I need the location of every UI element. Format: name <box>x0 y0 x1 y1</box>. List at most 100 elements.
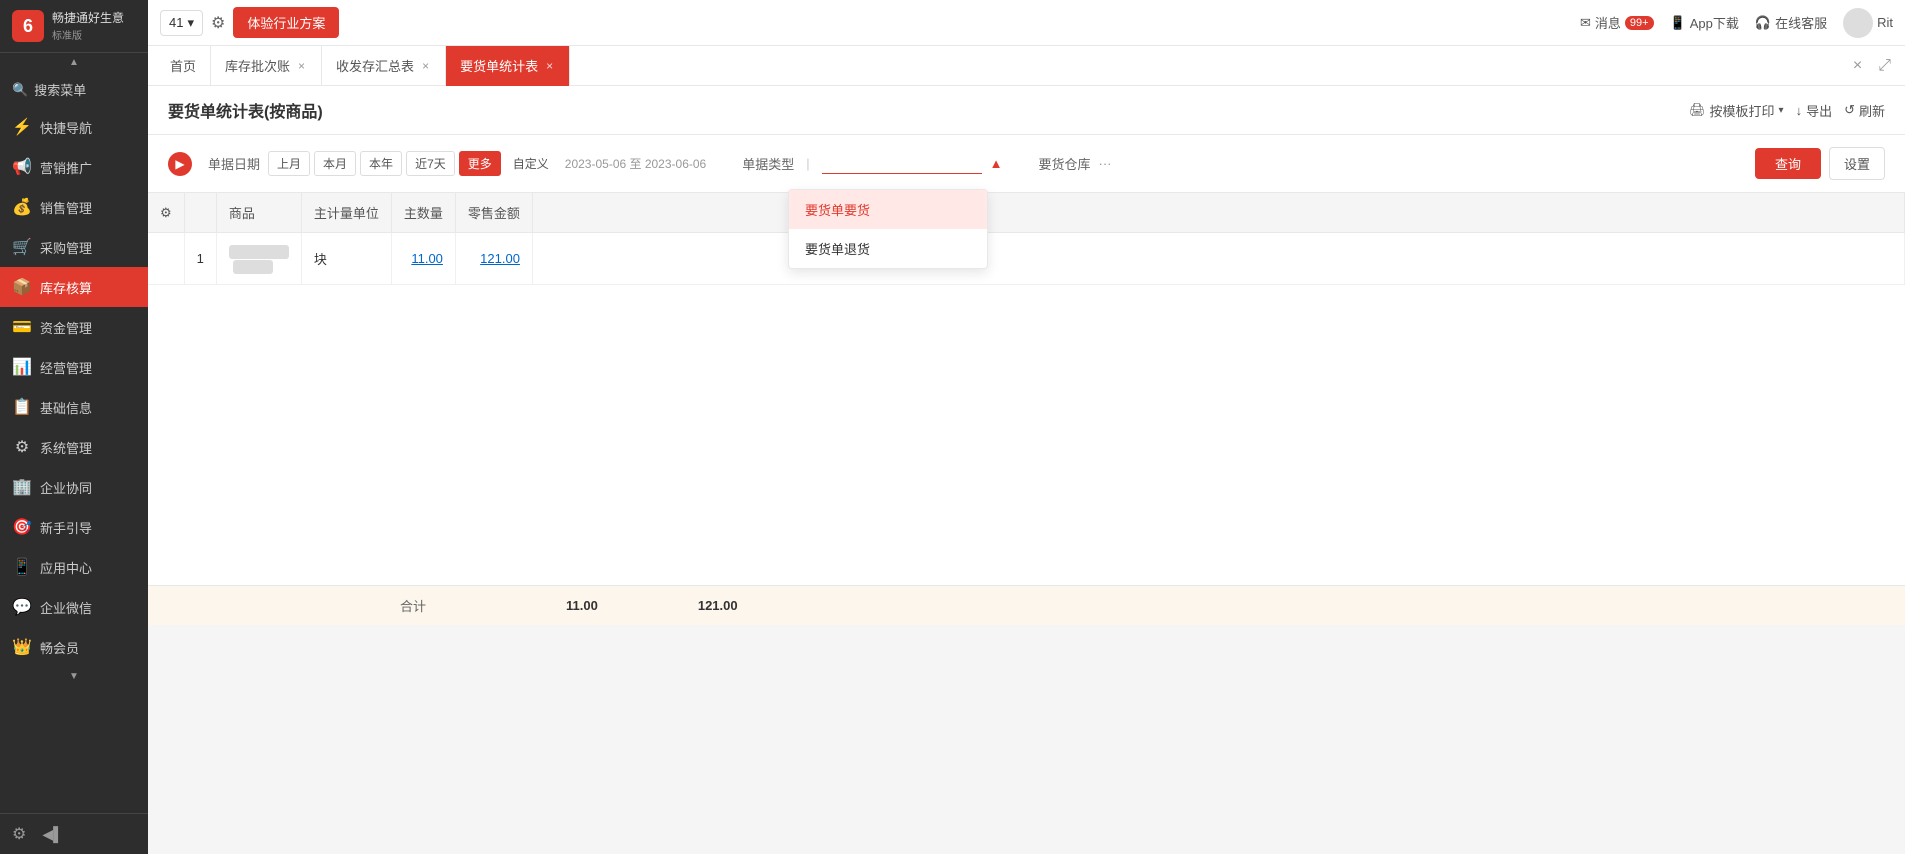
filter-expand-btn[interactable]: ▶ <box>168 152 192 176</box>
store-dropdown-icon: ▾ <box>187 15 194 31</box>
table-container: ⚙ 商品 主计量单位 主数量 零售金额 1 <box>148 193 1905 285</box>
print-dropdown-icon: ▾ <box>1779 105 1784 116</box>
print-btn[interactable]: 🖨 按模板打印 ▾ <box>1689 101 1784 120</box>
type-dropdown-overlay: 要货单要货 要货单退货 <box>788 189 988 269</box>
tab-receivable-close[interactable]: × <box>420 57 431 75</box>
store-number: 41 <box>169 15 183 30</box>
row-unit: 块 <box>301 233 391 285</box>
sidebar-item-purchase[interactable]: 🛒 采购管理 <box>0 227 148 267</box>
this-year-btn[interactable]: 本年 <box>360 151 402 176</box>
col-quantity: 主数量 <box>391 193 455 233</box>
row-extra <box>532 233 1904 285</box>
page-title: 要货单统计表(按商品) <box>168 98 323 122</box>
last-7-days-btn[interactable]: 近7天 <box>406 151 455 176</box>
sidebar-item-guide[interactable]: 🎯 新手引导 <box>0 507 148 547</box>
export-btn[interactable]: ↓ 导出 <box>1796 101 1833 120</box>
filter-bar: ▶ 单据日期 上月 本月 本年 近7天 更多 自定义 2023-05-06 至 … <box>148 135 1905 193</box>
tab-receivable-summary[interactable]: 收发存汇总表 × <box>322 46 446 86</box>
sidebar-item-label: 基础信息 <box>40 398 92 417</box>
message-icon: ✉ <box>1580 15 1591 31</box>
store-selector[interactable]: 41 ▾ <box>160 10 203 36</box>
tab-home[interactable]: 首页 <box>156 46 211 86</box>
tab-inventory-batch-label: 库存批次账 <box>225 56 290 75</box>
tab-order-stats[interactable]: 要货单统计表 × <box>446 46 570 86</box>
type-filter-input[interactable] <box>822 154 982 174</box>
settings-icon[interactable]: ⚙ <box>12 824 26 844</box>
date-filter-group: 单据日期 上月 本月 本年 近7天 更多 自定义 2023-05-06 至 20… <box>208 151 706 176</box>
sidebar-item-basic[interactable]: 📋 基础信息 <box>0 387 148 427</box>
tab-inventory-batch-close[interactable]: × <box>296 57 307 75</box>
purchase-icon: 🛒 <box>12 237 32 257</box>
custom-date-btn[interactable]: 自定义 <box>505 152 557 175</box>
dropdown-item-order-goods[interactable]: 要货单要货 <box>789 190 987 229</box>
row-settings <box>148 233 184 285</box>
sidebar-item-label: 企业协同 <box>40 478 92 497</box>
col-amount: 零售金额 <box>455 193 532 233</box>
sidebar-item-system[interactable]: ⚙ 系统管理 <box>0 427 148 467</box>
app-logo-icon: 6 <box>12 10 44 42</box>
page-actions: 🖨 按模板打印 ▾ ↓ 导出 ↺ 刷新 <box>1689 101 1885 120</box>
enterprise-icon: 🏢 <box>12 477 32 497</box>
print-icon: 🖨 <box>1689 102 1706 118</box>
prev-month-btn[interactable]: 上月 <box>268 151 310 176</box>
sidebar-item-operations[interactable]: 📊 经营管理 <box>0 347 148 387</box>
tab-receivable-label: 收发存汇总表 <box>336 56 414 75</box>
more-dates-btn[interactable]: 更多 <box>459 151 501 176</box>
sidebar-item-marketing[interactable]: 📢 营销推广 <box>0 147 148 187</box>
sidebar-item-enterprise[interactable]: 🏢 企业协同 <box>0 467 148 507</box>
sidebar-scroll-down[interactable]: ▼ <box>0 667 148 686</box>
content: 要货单统计表(按商品) 🖨 按模板打印 ▾ ↓ 导出 ↺ 刷新 ▶ <box>148 86 1905 854</box>
type-filter-label: 单据类型 <box>742 154 794 173</box>
collapse-icon[interactable]: ◀▌ <box>42 826 63 843</box>
search-icon: 🔍 <box>12 82 28 98</box>
sidebar-scroll-up[interactable]: ▲ <box>0 53 148 72</box>
quick-nav-icon: ⚡ <box>12 117 32 137</box>
query-btn[interactable]: 查询 <box>1755 148 1821 179</box>
app-download-btn[interactable]: 📱 App下载 <box>1670 13 1739 32</box>
product-blurred <box>229 245 289 259</box>
col-seq <box>184 193 216 233</box>
sidebar-item-inventory[interactable]: 📦 库存核算 <box>0 267 148 307</box>
online-service-btn[interactable]: 🎧 在线客服 <box>1755 13 1827 32</box>
sidebar-item-sales[interactable]: 💰 销售管理 <box>0 187 148 227</box>
tab-order-close[interactable]: × <box>544 57 555 75</box>
col-unit: 主计量单位 <box>301 193 391 233</box>
user-name: Rit <box>1877 15 1893 30</box>
messages-btn[interactable]: ✉ 消息 99+ <box>1580 13 1654 32</box>
user-area[interactable]: Rit <box>1843 8 1893 38</box>
trial-btn[interactable]: 体验行业方案 <box>233 7 339 38</box>
this-month-btn[interactable]: 本月 <box>314 151 356 176</box>
table-header-row: ⚙ 商品 主计量单位 主数量 零售金额 <box>148 193 1905 233</box>
warehouse-dots[interactable]: ··· <box>1099 156 1112 171</box>
page-header: 要货单统计表(按商品) 🖨 按模板打印 ▾ ↓ 导出 ↺ 刷新 <box>148 86 1905 135</box>
warehouse-filter-group: 要货仓库 ··· <box>1039 154 1112 173</box>
sidebar-item-label: 系统管理 <box>40 438 92 457</box>
tab-home-label: 首页 <box>170 56 196 75</box>
sidebar-item-appstore[interactable]: 📱 应用中心 <box>0 547 148 587</box>
close-all-btn[interactable]: × <box>1847 53 1868 79</box>
tab-inventory-batch[interactable]: 库存批次账 × <box>211 46 322 86</box>
dropdown-item-order-return[interactable]: 要货单退货 <box>789 229 987 268</box>
refresh-label: 刷新 <box>1859 101 1885 120</box>
export-icon: ↓ <box>1796 103 1803 118</box>
refresh-btn[interactable]: ↺ 刷新 <box>1844 101 1885 120</box>
sidebar-item-finance[interactable]: 💳 资金管理 <box>0 307 148 347</box>
app-download-label: App下载 <box>1690 13 1739 32</box>
online-service-label: 在线客服 <box>1775 13 1827 32</box>
tab-order-label: 要货单统计表 <box>460 56 538 75</box>
expand-btn[interactable]: ⤢ <box>1872 53 1897 79</box>
type-dropdown-icon[interactable]: ▲ <box>990 156 1003 171</box>
sidebar-item-member[interactable]: 👑 畅会员 <box>0 627 148 667</box>
col-extra <box>532 193 1904 233</box>
topbar-settings-icon[interactable]: ⚙ <box>211 13 225 33</box>
sidebar-item-quick-nav[interactable]: ⚡ 快捷导航 <box>0 107 148 147</box>
sidebar-search[interactable]: 🔍 搜索菜单 <box>0 72 148 107</box>
empty-space <box>148 285 1905 585</box>
sidebar-bottom: ⚙ ◀▌ <box>0 813 148 854</box>
sidebar-item-label: 营销推广 <box>40 158 92 177</box>
filter-settings-btn[interactable]: 设置 <box>1829 147 1885 180</box>
topbar-right: ✉ 消息 99+ 📱 App下载 🎧 在线客服 Rit <box>1580 8 1893 38</box>
sidebar-item-wechat[interactable]: 💬 企业微信 <box>0 587 148 627</box>
sidebar-search-label: 搜索菜单 <box>34 80 86 99</box>
col-settings[interactable]: ⚙ <box>148 193 184 233</box>
